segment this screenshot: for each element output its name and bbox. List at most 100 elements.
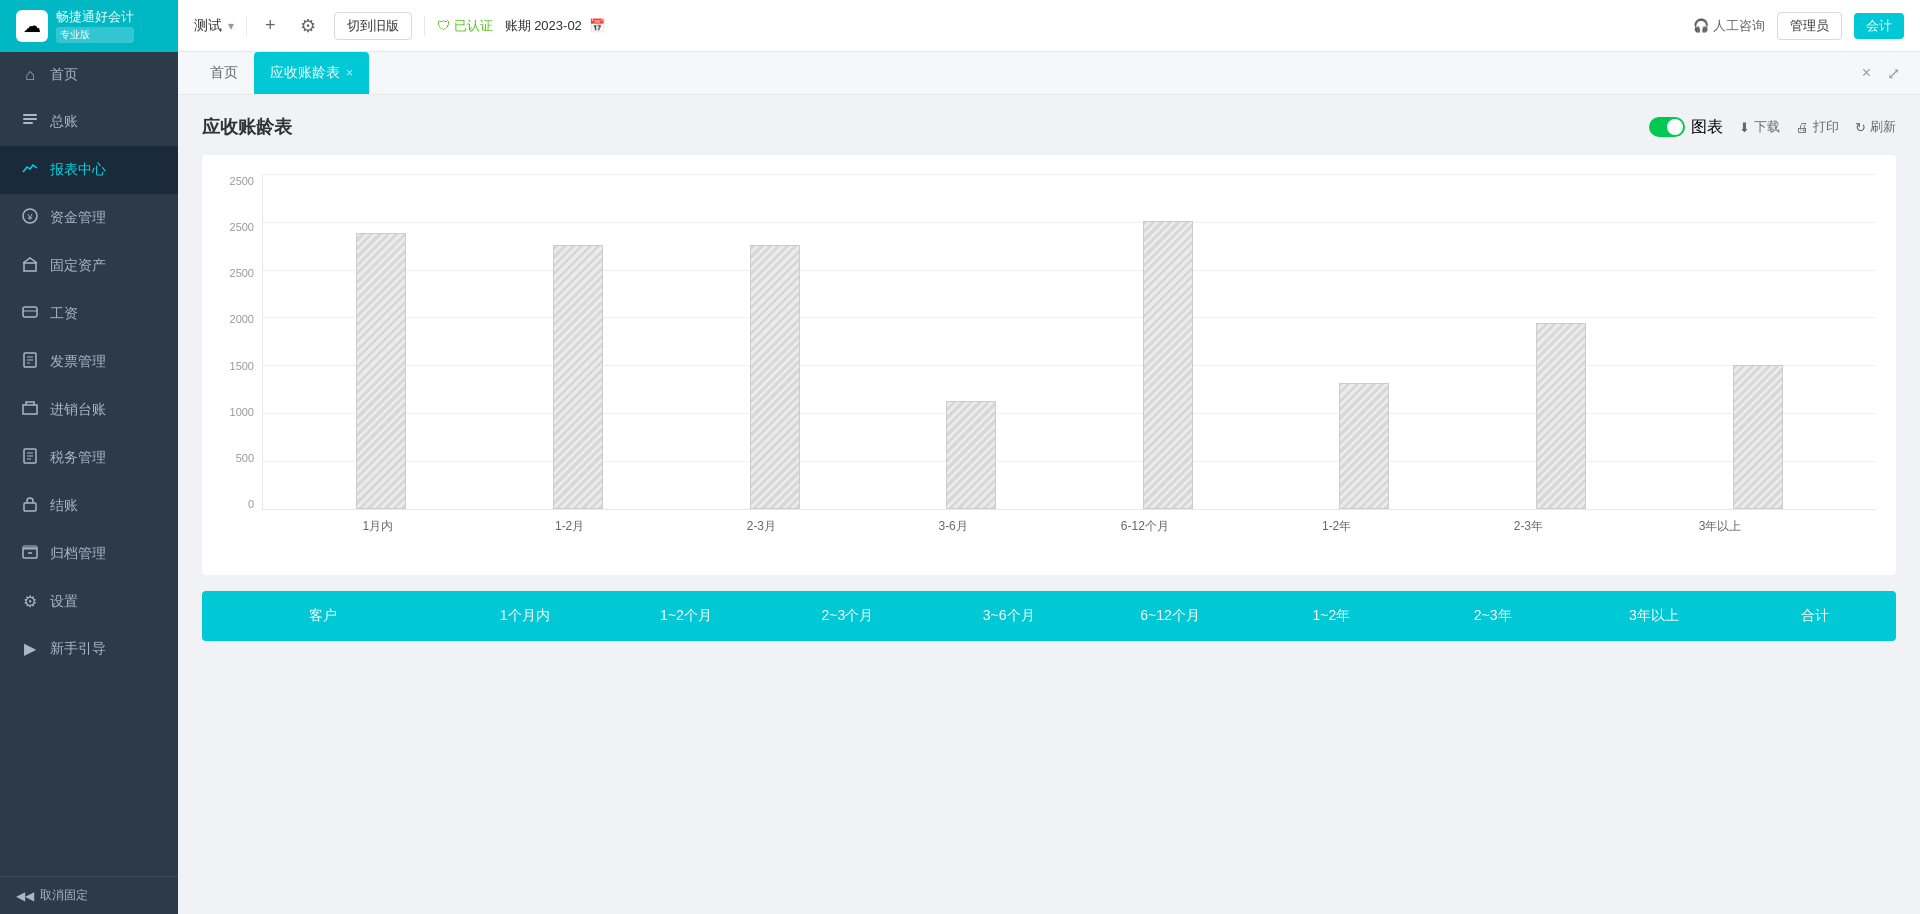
th-customer: 客户	[202, 591, 444, 641]
bar-group-2-3year	[1536, 323, 1586, 509]
x-label-6-12month: 6-12个月	[1120, 518, 1170, 535]
y-label-500: 500	[222, 452, 254, 464]
sidebar-item-archive[interactable]: 归档管理	[0, 530, 178, 578]
tab-receivable-aging[interactable]: 应收账龄表 ×	[254, 52, 369, 94]
sidebar-nav: ⌂ 首页 总账 报表中心 ¥ 资金管理 固定资产	[0, 52, 178, 876]
y-axis: 2500 2500 2500 2000 1500 1000 500 0	[222, 175, 262, 510]
chart-toggle-group: 图表	[1649, 117, 1723, 138]
th-2-3year: 2~3年	[1412, 591, 1573, 641]
x-label-2-3month: 2-3月	[736, 518, 786, 535]
data-table: 客户 1个月内 1~2个月 2~3个月 3~6个月 6~12个月 1~2年 2~…	[202, 591, 1896, 641]
refresh-button[interactable]: ↻ 刷新	[1855, 118, 1896, 136]
app-edition: 专业版	[56, 27, 134, 43]
sidebar-item-inventory[interactable]: 进销台账	[0, 386, 178, 434]
bar-2-3month	[750, 245, 800, 509]
sidebar-item-label: 首页	[50, 66, 78, 84]
x-label-3-6month: 3-6月	[928, 518, 978, 535]
chart-area: 2500 2500 2500 2000 1500 1000 500 0	[202, 155, 1896, 575]
bar-group-6-12month	[1143, 221, 1193, 509]
sidebar-item-label: 进销台账	[50, 401, 106, 419]
print-label: 打印	[1813, 118, 1839, 136]
period-value: 2023-02	[534, 18, 582, 33]
th-3plus: 3年以上	[1573, 591, 1734, 641]
tab-home[interactable]: 首页	[194, 52, 254, 94]
service-button[interactable]: 🎧 人工咨询	[1693, 17, 1765, 35]
inventory-icon	[20, 400, 40, 420]
download-button[interactable]: ⬇ 下载	[1739, 118, 1780, 136]
bar-6-12month	[1143, 221, 1193, 509]
th-6-12month: 6~12个月	[1089, 591, 1250, 641]
user-button[interactable]: 管理员	[1777, 12, 1842, 40]
x-label-1month: 1月内	[353, 518, 403, 535]
tab-home-label: 首页	[210, 64, 238, 80]
verified-status: 🛡 已认证	[437, 17, 493, 35]
print-button[interactable]: 🖨 打印	[1796, 118, 1839, 136]
sidebar-item-home[interactable]: ⌂ 首页	[0, 52, 178, 98]
chart-toggle[interactable]	[1649, 117, 1685, 137]
th-total: 合计	[1735, 591, 1896, 641]
x-label-3plus: 3年以上	[1695, 518, 1745, 535]
app-logo-icon: ☁	[16, 10, 48, 42]
svg-rect-6	[23, 307, 37, 317]
sidebar-item-payroll[interactable]: 工资	[0, 290, 178, 338]
sidebar-item-assets[interactable]: 固定资产	[0, 242, 178, 290]
window-expand-button[interactable]: ⤢	[1883, 60, 1904, 87]
y-label-1500: 1500	[222, 360, 254, 372]
th-3-6month: 3~6个月	[928, 591, 1089, 641]
svg-rect-5	[24, 263, 36, 271]
sidebar-item-settings[interactable]: ⚙ 设置	[0, 578, 178, 625]
sidebar-item-label: 税务管理	[50, 449, 106, 467]
y-label-2000: 2000	[222, 313, 254, 325]
y-label-1000: 1000	[222, 406, 254, 418]
sidebar-item-ledger[interactable]: 总账	[0, 98, 178, 146]
settings-button[interactable]: ⚙	[294, 11, 322, 41]
role-button[interactable]: 会计	[1854, 13, 1904, 39]
bar-1-2year	[1339, 383, 1389, 509]
sidebar-item-reports[interactable]: 报表中心	[0, 146, 178, 194]
headset-icon: 🎧	[1693, 18, 1709, 33]
unpin-label: 取消固定	[40, 887, 88, 904]
funds-icon: ¥	[20, 208, 40, 228]
sidebar-item-label: 资金管理	[50, 209, 106, 227]
y-label-2500b: 2500	[222, 221, 254, 233]
print-icon: 🖨	[1796, 120, 1809, 135]
window-close-button[interactable]: ×	[1858, 60, 1875, 87]
page-title: 应收账龄表	[202, 115, 292, 139]
sidebar-item-tax[interactable]: 税务管理	[0, 434, 178, 482]
tax-icon	[20, 448, 40, 468]
old-version-button[interactable]: 切到旧版	[334, 12, 412, 40]
tabbar: 首页 应收账龄表 × × ⤢	[178, 52, 1920, 95]
sidebar: ☁ 畅捷通好会计 专业版 ⌂ 首页 总账 报表中心 ¥ 资金管理	[0, 0, 178, 914]
sidebar-logo[interactable]: ☁ 畅捷通好会计 专业版	[0, 0, 178, 52]
tab-active-label: 应收账龄表	[270, 64, 340, 82]
sidebar-item-invoice[interactable]: 发票管理	[0, 338, 178, 386]
dropdown-icon: ▾	[228, 19, 234, 33]
chart-grid	[262, 175, 1876, 510]
sidebar-item-label: 新手引导	[50, 640, 106, 658]
bar-group-3-6month	[946, 401, 996, 509]
service-label: 人工咨询	[1713, 17, 1765, 35]
svg-rect-0	[23, 114, 37, 116]
page-actions: 图表 ⬇ 下载 🖨 打印 ↻ 刷新	[1649, 117, 1896, 138]
unpin-button[interactable]: ◀◀ 取消固定	[0, 876, 178, 914]
sidebar-item-funds[interactable]: ¥ 资金管理	[0, 194, 178, 242]
bar-2-3year	[1536, 323, 1586, 509]
refresh-label: 刷新	[1870, 118, 1896, 136]
x-label-1-2year: 1-2年	[1312, 518, 1362, 535]
tab-close-icon[interactable]: ×	[346, 66, 353, 80]
x-label-2-3year: 2-3年	[1503, 518, 1553, 535]
bar-3-6month	[946, 401, 996, 509]
th-1month: 1个月内	[444, 591, 605, 641]
sidebar-item-closing[interactable]: 结账	[0, 482, 178, 530]
svg-rect-1	[23, 118, 37, 120]
bar-1month	[356, 233, 406, 509]
th-1-2month: 1~2个月	[605, 591, 766, 641]
x-label-1-2month: 1-2月	[545, 518, 595, 535]
add-button[interactable]: +	[259, 11, 282, 40]
y-label-2500a: 2500	[222, 175, 254, 187]
topbar-right: 🎧 人工咨询 管理员 会计	[1693, 12, 1904, 40]
chart-body: 2500 2500 2500 2000 1500 1000 500 0	[222, 175, 1876, 510]
calendar-icon[interactable]: 📅	[589, 18, 605, 33]
sidebar-item-guide[interactable]: ▶ 新手引导	[0, 625, 178, 672]
project-selector[interactable]: 测试 ▾	[194, 17, 234, 35]
